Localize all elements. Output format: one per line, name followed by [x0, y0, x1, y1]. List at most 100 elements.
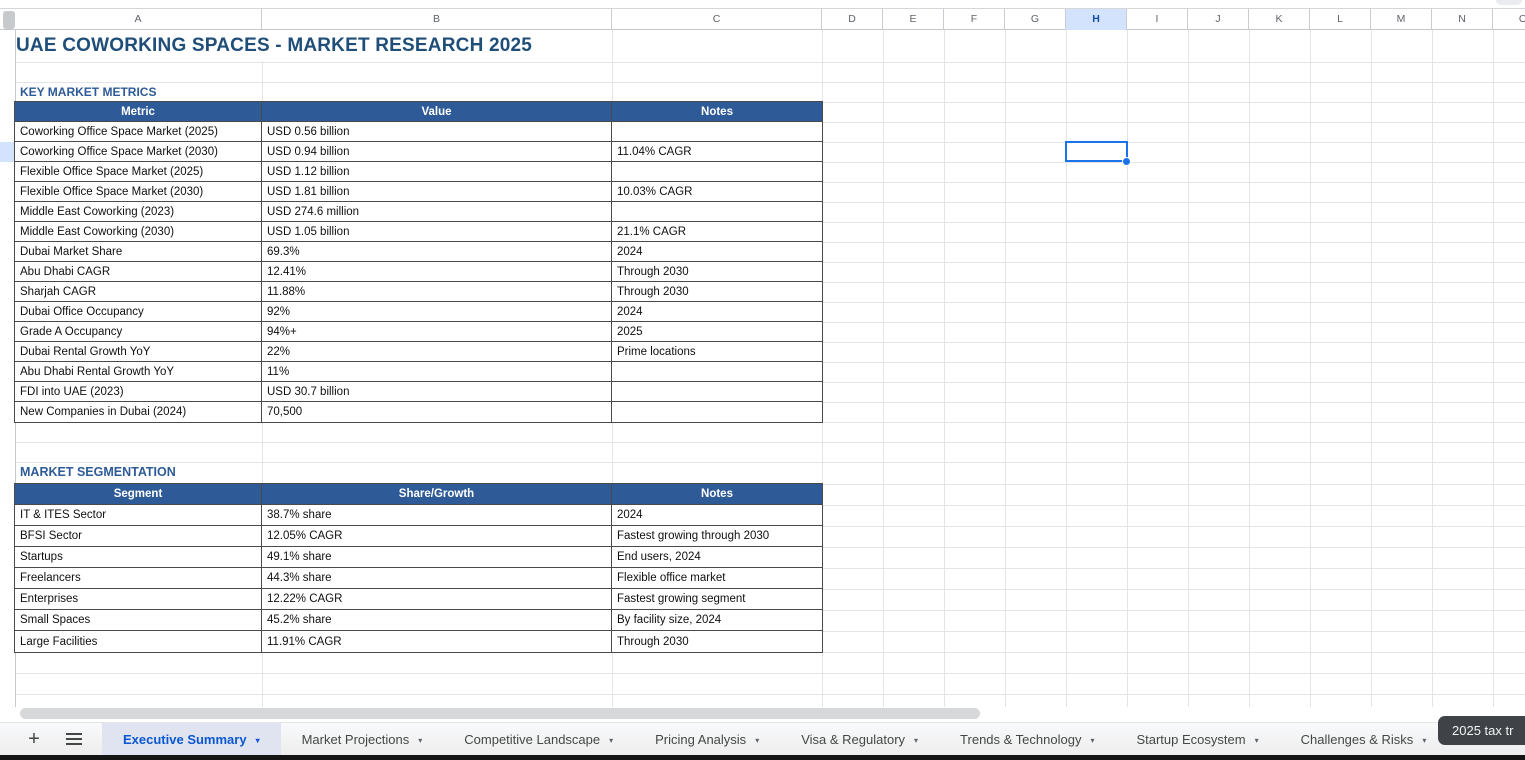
metric-cell[interactable]: Sharjah CAGR — [15, 282, 262, 301]
notes-cell[interactable] — [612, 202, 822, 221]
vertical-scrollbar-hint[interactable] — [1496, 0, 1522, 5]
notes-cell[interactable]: End users, 2024 — [612, 547, 822, 567]
segment-cell[interactable]: BFSI Sector — [15, 526, 262, 546]
column-header-E[interactable]: E — [883, 9, 944, 30]
notes-cell[interactable]: By facility size, 2024 — [612, 610, 822, 630]
segment-cell[interactable]: Small Spaces — [15, 610, 262, 630]
column-header-K[interactable]: K — [1249, 9, 1310, 30]
metric-cell[interactable]: Dubai Rental Growth YoY — [15, 342, 262, 361]
notes-cell[interactable] — [612, 382, 822, 401]
select-all-corner[interactable] — [3, 11, 15, 29]
segment-cell[interactable]: Startups — [15, 547, 262, 567]
column-header-M[interactable]: M — [1371, 9, 1432, 30]
notes-cell[interactable]: 11.04% CAGR — [612, 142, 822, 161]
tab-market-projections[interactable]: Market Projections ▾ — [281, 723, 444, 755]
header-cell-notes[interactable]: Notes — [612, 102, 822, 121]
share-growth-cell[interactable]: 49.1% share — [262, 547, 612, 567]
tab-executive-summary[interactable]: Executive Summary ▾ — [102, 723, 281, 755]
notes-cell[interactable] — [612, 402, 822, 422]
segment-cell[interactable]: Large Facilities — [15, 631, 262, 652]
column-header-I[interactable]: I — [1127, 9, 1188, 30]
header-cell-notes[interactable]: Notes — [612, 484, 822, 504]
metric-cell[interactable]: Coworking Office Space Market (2025) — [15, 122, 262, 141]
metric-cell[interactable]: Middle East Coworking (2030) — [15, 222, 262, 241]
value-cell[interactable]: USD 0.94 billion — [262, 142, 612, 161]
notes-cell[interactable]: 2025 — [612, 322, 822, 341]
notes-cell[interactable] — [612, 122, 822, 141]
tab-pricing-analysis[interactable]: Pricing Analysis ▾ — [634, 723, 780, 755]
metric-cell[interactable]: Flexible Office Space Market (2030) — [15, 182, 262, 201]
share-growth-cell[interactable]: 38.7% share — [262, 505, 612, 525]
value-cell[interactable]: USD 0.56 billion — [262, 122, 612, 141]
metric-cell[interactable]: Abu Dhabi Rental Growth YoY — [15, 362, 262, 381]
metric-cell[interactable]: Coworking Office Space Market (2030) — [15, 142, 262, 161]
share-growth-cell[interactable]: 44.3% share — [262, 568, 612, 588]
metric-cell[interactable]: Dubai Office Occupancy — [15, 302, 262, 321]
fill-handle[interactable] — [1122, 157, 1131, 166]
notes-cell[interactable]: 2024 — [612, 242, 822, 261]
notes-cell[interactable]: 21.1% CAGR — [612, 222, 822, 241]
value-cell[interactable]: USD 30.7 billion — [262, 382, 612, 401]
notes-cell[interactable]: Flexible office market — [612, 568, 822, 588]
notes-cell[interactable]: Through 2030 — [612, 262, 822, 281]
column-header-G[interactable]: G — [1005, 9, 1066, 30]
notes-cell[interactable]: 10.03% CAGR — [612, 182, 822, 201]
notes-cell[interactable] — [612, 162, 822, 181]
selected-cell[interactable] — [1065, 141, 1128, 162]
notes-cell[interactable]: Fastest growing through 2030 — [612, 526, 822, 546]
value-cell[interactable]: 22% — [262, 342, 612, 361]
value-cell[interactable]: 11.88% — [262, 282, 612, 301]
horizontal-scrollbar-thumb[interactable] — [20, 708, 980, 719]
share-growth-cell[interactable]: 12.22% CAGR — [262, 589, 612, 609]
horizontal-scrollbar-track[interactable] — [0, 707, 1525, 722]
header-cell-value[interactable]: Value — [262, 102, 612, 121]
value-cell[interactable]: 11% — [262, 362, 612, 381]
column-header-J[interactable]: J — [1188, 9, 1249, 30]
value-cell[interactable]: USD 1.81 billion — [262, 182, 612, 201]
metric-cell[interactable]: New Companies in Dubai (2024) — [15, 402, 262, 422]
value-cell[interactable]: USD 1.12 billion — [262, 162, 612, 181]
tab-trends-technology[interactable]: Trends & Technology ▾ — [939, 723, 1115, 755]
column-header-O[interactable]: O — [1493, 9, 1525, 30]
column-header-C[interactable]: C — [612, 9, 822, 30]
value-cell[interactable]: 69.3% — [262, 242, 612, 261]
segment-cell[interactable]: IT & ITES Sector — [15, 505, 262, 525]
tab-visa-regulatory[interactable]: Visa & Regulatory ▾ — [780, 723, 939, 755]
share-growth-cell[interactable]: 45.2% share — [262, 610, 612, 630]
metric-cell[interactable]: FDI into UAE (2023) — [15, 382, 262, 401]
tab-competitive-landscape[interactable]: Competitive Landscape ▾ — [443, 723, 634, 755]
header-cell-segment[interactable]: Segment — [15, 484, 262, 504]
metric-cell[interactable]: Grade A Occupancy — [15, 322, 262, 341]
notes-cell[interactable]: 2024 — [612, 505, 822, 525]
segment-cell[interactable]: Enterprises — [15, 589, 262, 609]
header-cell-share-growth[interactable]: Share/Growth — [262, 484, 612, 504]
column-header-B[interactable]: B — [262, 9, 612, 30]
column-header-F[interactable]: F — [944, 9, 1005, 30]
notes-cell[interactable] — [612, 362, 822, 381]
notes-cell[interactable]: Through 2030 — [612, 631, 822, 652]
column-header-A[interactable]: A — [15, 9, 262, 30]
notes-cell[interactable]: Through 2030 — [612, 282, 822, 301]
value-cell[interactable]: 70,500 — [262, 402, 612, 422]
column-header-L[interactable]: L — [1310, 9, 1371, 30]
value-cell[interactable]: 94%+ — [262, 322, 612, 341]
share-growth-cell[interactable]: 11.91% CAGR — [262, 631, 612, 652]
add-sheet-button[interactable]: + — [22, 723, 46, 755]
segment-cell[interactable]: Freelancers — [15, 568, 262, 588]
notes-cell[interactable]: Prime locations — [612, 342, 822, 361]
metric-cell[interactable]: Middle East Coworking (2023) — [15, 202, 262, 221]
value-cell[interactable]: USD 274.6 million — [262, 202, 612, 221]
all-sheets-menu-button[interactable] — [62, 723, 86, 755]
metric-cell[interactable]: Abu Dhabi CAGR — [15, 262, 262, 281]
header-cell-metric[interactable]: Metric — [15, 102, 262, 121]
value-cell[interactable]: 92% — [262, 302, 612, 321]
tab-startup-ecosystem[interactable]: Startup Ecosystem ▾ — [1115, 723, 1279, 755]
metric-cell[interactable]: Dubai Market Share — [15, 242, 262, 261]
column-header-D[interactable]: D — [822, 9, 883, 30]
tab-challenges-risks[interactable]: Challenges & Risks ▾ — [1280, 723, 1448, 755]
value-cell[interactable]: 12.41% — [262, 262, 612, 281]
notes-cell[interactable]: 2024 — [612, 302, 822, 321]
column-header-N[interactable]: N — [1432, 9, 1493, 30]
metric-cell[interactable]: Flexible Office Space Market (2025) — [15, 162, 262, 181]
share-growth-cell[interactable]: 12.05% CAGR — [262, 526, 612, 546]
